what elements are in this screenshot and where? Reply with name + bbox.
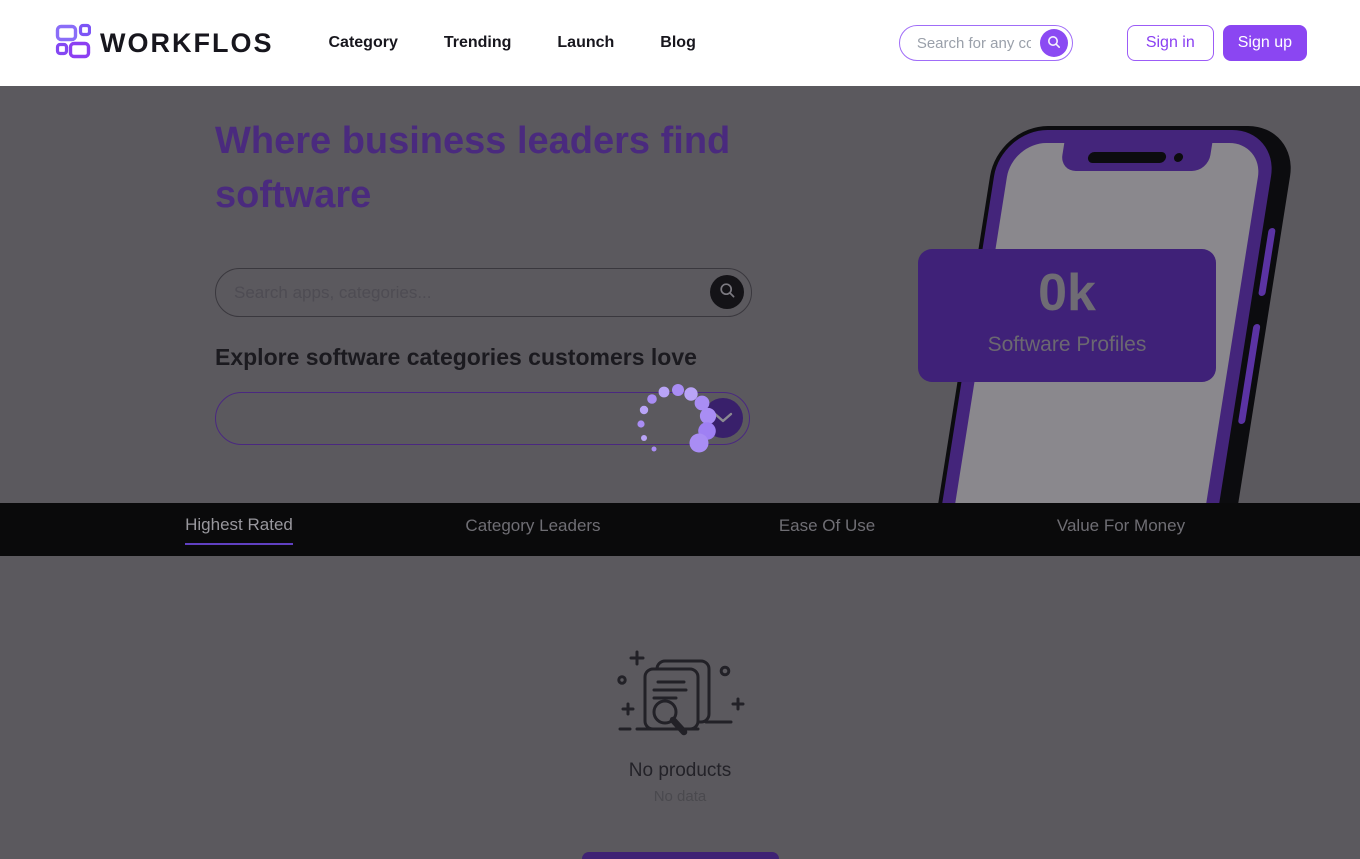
empty-state-subtitle: No data	[653, 788, 707, 805]
search-icon	[718, 281, 737, 303]
software-profiles-stat-card: 0k Software Profiles	[918, 249, 1216, 382]
nav-item-trending[interactable]: Trending	[444, 34, 512, 52]
nav-item-blog[interactable]: Blog	[660, 34, 696, 52]
hero-search-input[interactable]	[216, 269, 656, 316]
header-search	[898, 25, 1073, 61]
tab-category-leaders[interactable]: Category Leaders	[386, 516, 680, 544]
main-nav: Category Trending Launch Blog	[328, 34, 695, 52]
hero-search	[215, 268, 752, 317]
results-section: No products No data	[0, 556, 1360, 859]
empty-state: No products No data	[570, 646, 790, 805]
ranking-tabs: Highest Rated Category Leaders Ease Of U…	[92, 503, 1268, 556]
brand-logo[interactable]: WORKFLOS	[55, 23, 273, 64]
phone-speaker	[1087, 151, 1167, 163]
hero-search-button[interactable]	[710, 275, 744, 309]
tab-ease-of-use[interactable]: Ease Of Use	[680, 516, 974, 544]
phone-notch	[1059, 143, 1212, 171]
logo-icon	[55, 23, 92, 64]
page-title-line2: software	[215, 174, 372, 216]
loading-spinner-icon	[630, 384, 720, 465]
hero-section: Where business leaders find software Exp…	[0, 86, 1360, 503]
header-search-button[interactable]	[1039, 29, 1068, 57]
header-search-input[interactable]	[914, 33, 1033, 53]
page-title-line1: Where business leaders find	[215, 120, 731, 162]
search-icon	[1046, 34, 1062, 53]
load-more-button-partial[interactable]	[582, 852, 779, 859]
page-title: Where business leaders find software	[215, 114, 730, 222]
tab-highest-rated[interactable]: Highest Rated	[92, 515, 386, 545]
nav-item-launch[interactable]: Launch	[557, 34, 614, 52]
stat-label: Software Profiles	[987, 333, 1147, 356]
sign-up-button[interactable]: Sign up	[1222, 25, 1307, 61]
sign-in-button[interactable]: Sign in	[1126, 25, 1214, 61]
brand-name: WORKFLOS	[100, 27, 274, 58]
ranking-tabbar: Highest Rated Category Leaders Ease Of U…	[0, 503, 1360, 556]
phone-camera-icon	[1173, 152, 1184, 162]
explore-heading: Explore software categories customers lo…	[215, 344, 697, 370]
tab-value-for-money[interactable]: Value For Money	[974, 516, 1268, 544]
nav-item-category[interactable]: Category	[328, 34, 397, 52]
empty-state-title: No products	[628, 760, 732, 781]
top-header: WORKFLOS Category Trending Launch Blog S…	[0, 0, 1360, 86]
no-products-icon	[600, 650, 760, 755]
stat-value: 0k	[1038, 264, 1096, 322]
header-actions: Sign in Sign up	[898, 25, 1307, 61]
